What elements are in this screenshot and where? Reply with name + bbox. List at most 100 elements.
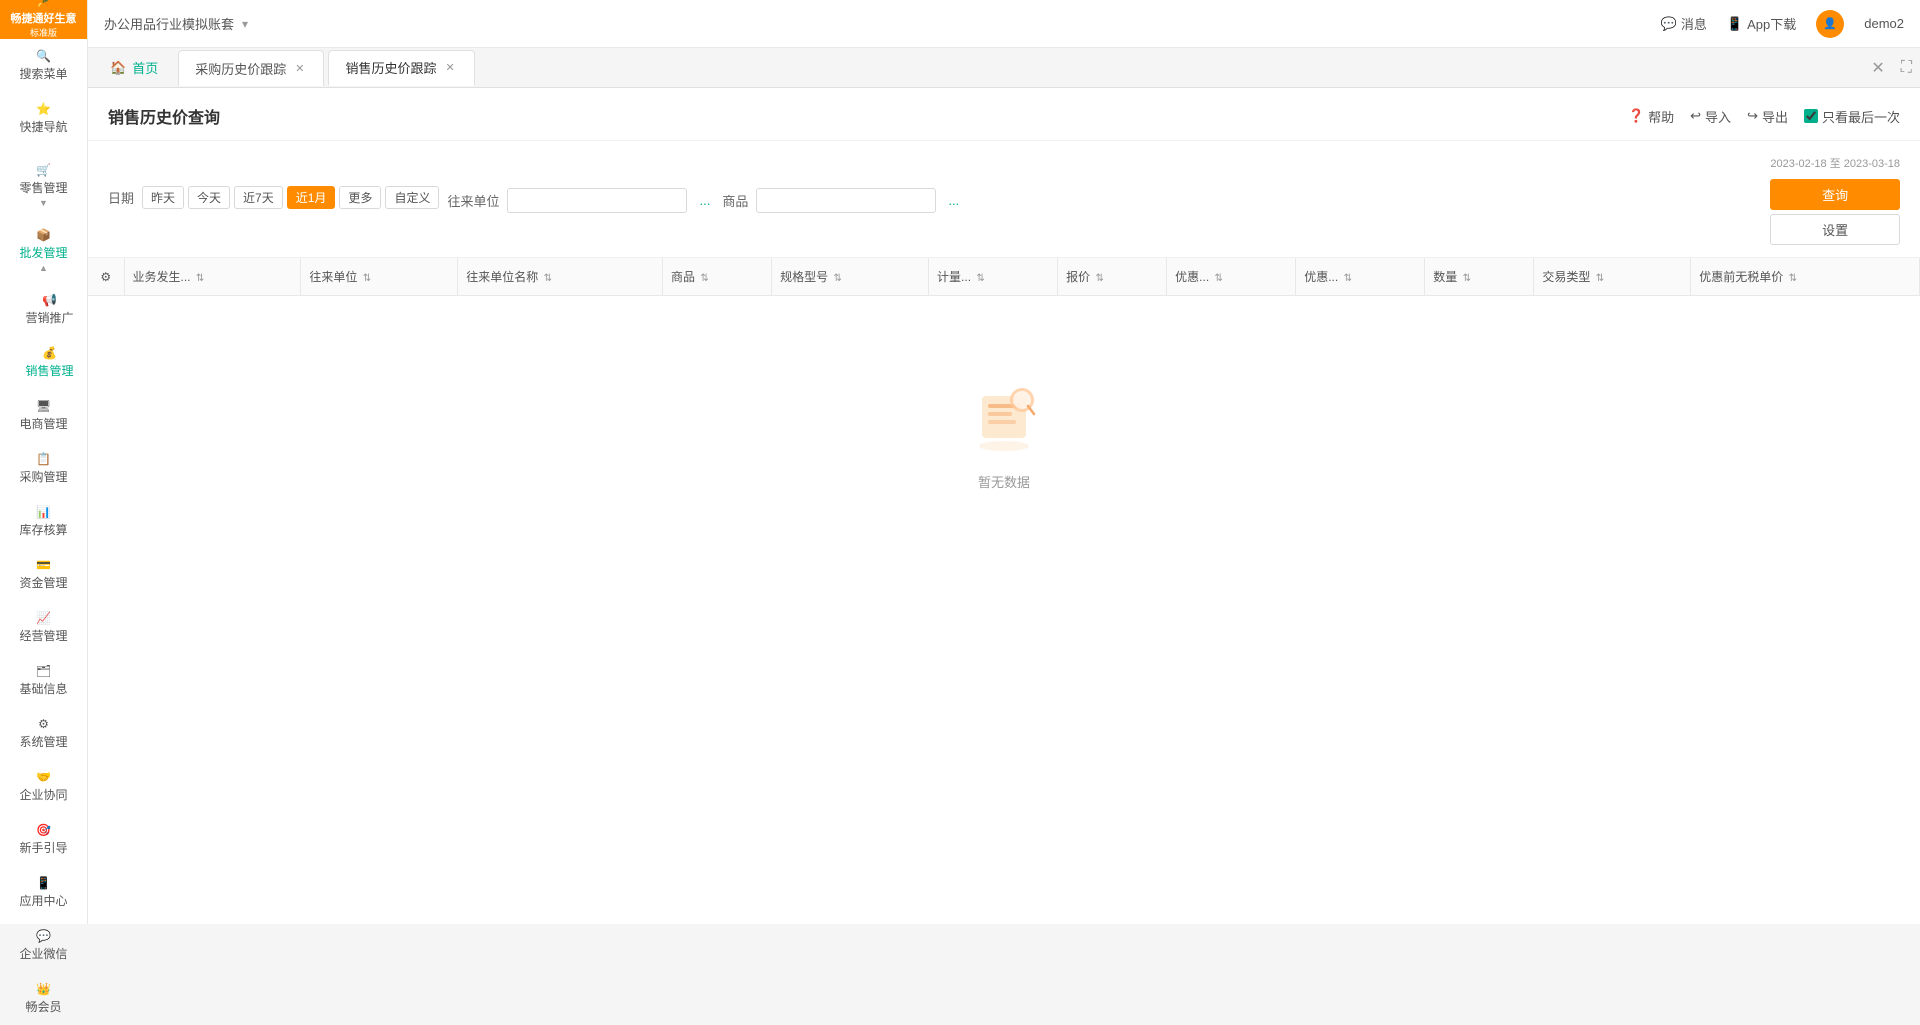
col-qty-label: 数量 [1433,270,1457,284]
col-discount1[interactable]: 优惠... ⇅ [1167,258,1296,296]
tab-purchase-close-icon[interactable]: ✕ [292,61,307,76]
page-content: 销售历史价查询 ❓ 帮助 ↩ 导入 ↪ 导出 只看最后一次 [88,88,1920,924]
tab-sales-close-icon[interactable]: ✕ [442,60,457,75]
col-discount1-label: 优惠... [1175,270,1209,284]
import-btn[interactable]: ↩ 导入 [1690,107,1731,126]
date-today-btn[interactable]: 今天 [188,186,230,209]
sidebar-item-enterprise[interactable]: 🤝 企业协同 [0,760,87,813]
sidebar-label: 搜索菜单 [19,65,67,82]
member-icon: 👑 [36,982,51,996]
sidebar-item-ecom[interactable]: 🖥 电商管理 [0,389,87,442]
col-biz-date[interactable]: 业务发生... ⇅ [124,258,301,296]
col-partner-name[interactable]: 往来单位名称 ⇅ [458,258,663,296]
settings-btn[interactable]: 设置 [1770,214,1900,245]
message-icon: 💬 [1661,16,1677,32]
goods-input[interactable] [756,188,936,213]
sidebar-item-marketing[interactable]: 📢 营销推广 [12,283,87,336]
newbie-icon: 🎯 [36,823,51,837]
only-last-checkbox[interactable] [1804,109,1818,123]
content-header: 销售历史价查询 ❓ 帮助 ↩ 导入 ↪ 导出 只看最后一次 [88,88,1920,141]
date-more-btn[interactable]: 更多 [339,186,381,209]
export-btn[interactable]: ↪ 导出 [1747,107,1788,126]
partner-label: 往来单位 [447,191,499,210]
sidebar-label: 基础信息 [19,680,67,697]
date-1month-btn[interactable]: 近1月 [287,186,336,209]
col-quote[interactable]: 报价 ⇅ [1058,258,1167,296]
sidebar-label: 快捷导航 [19,118,67,135]
import-label: 导入 [1705,107,1731,126]
goods-dots-btn[interactable]: ... [944,193,963,208]
sidebar-item-retail[interactable]: 🛒 零售管理 ▼ [0,153,87,218]
partner-input[interactable] [507,188,687,213]
col-discount2[interactable]: 优惠... ⇅ [1296,258,1425,296]
avatar-image: 👤 [1823,17,1837,30]
col-no-tax-price[interactable]: 优惠前无税单价 ⇅ [1691,258,1920,296]
user-name[interactable]: demo2 [1864,16,1904,31]
message-btn[interactable]: 💬 消息 [1661,14,1707,33]
retail-icon: 🛒 [36,163,51,177]
app-logo[interactable]: 🍊 畅捷通好生意 标准版 [0,0,87,39]
maximize-icon[interactable]: ⛶ [1897,55,1916,81]
help-label: 帮助 [1648,107,1674,126]
sidebar-item-wechat[interactable]: 💬 企业微信 [0,919,87,972]
sidebar-item-member[interactable]: 👑 畅会员 [0,972,87,1025]
date-yesterday-btn[interactable]: 昨天 [142,186,184,209]
sidebar-label: 经营管理 [19,627,67,644]
sidebar-item-sales-mgmt[interactable]: 💰 销售管理 [12,336,87,389]
sidebar-item-newbie[interactable]: 🎯 新手引导 [0,813,87,866]
user-avatar[interactable]: 👤 [1816,10,1844,38]
sidebar-item-apps[interactable]: 📱 应用中心 [0,866,87,919]
col-settings[interactable]: ⚙ [88,258,124,296]
sort-icon-goods: ⇅ [700,273,708,284]
data-table: ⚙ 业务发生... ⇅ 往来单位 ⇅ 往来单位名称 ⇅ [88,258,1920,296]
table-header-row: ⚙ 业务发生... ⇅ 往来单位 ⇅ 往来单位名称 ⇅ [88,258,1920,296]
sort-icon-partner-code: ⇅ [363,273,371,284]
tab-sales-label: 销售历史价跟踪 [345,58,436,77]
sidebar-item-finance[interactable]: 💳 资金管理 [0,548,87,601]
sidebar-item-basic-info[interactable]: 🗂 基础信息 [0,654,87,707]
sidebar-label: 新手引导 [19,839,67,856]
date-filter-group: 昨天 今天 近7天 近1月 更多 自定义 [142,186,439,209]
col-goods[interactable]: 商品 ⇅ [663,258,772,296]
date-7days-btn[interactable]: 近7天 [234,186,283,209]
query-btn[interactable]: 查询 [1770,179,1900,210]
date-range-display: 2023-02-18 至 2023-03-18 [1770,155,1900,171]
export-icon: ↪ [1747,108,1758,124]
sidebar-item-wholesale[interactable]: 📦 批发管理 ▲ [0,218,87,283]
tab-purchase-history[interactable]: 采购历史价跟踪 ✕ [178,50,324,86]
help-icon: ❓ [1628,108,1644,124]
help-btn[interactable]: ❓ 帮助 [1628,107,1674,126]
sidebar-item-purchase[interactable]: 📋 采购管理 [0,442,87,495]
tab-sales-history[interactable]: 销售历史价跟踪 ✕ [328,50,474,86]
col-unit[interactable]: 计量... ⇅ [929,258,1058,296]
date-custom-btn[interactable]: 自定义 [385,186,439,209]
message-label: 消息 [1681,14,1707,33]
dropdown-arrow-icon[interactable]: ▾ [242,17,248,31]
sidebar-item-search-menu[interactable]: 🔍 搜索菜单 [0,39,87,92]
col-spec[interactable]: 规格型号 ⇅ [772,258,929,296]
quick-nav-icon: ⭐ [36,102,51,116]
topbar-title: 办公用品行业模拟账套 [104,14,234,33]
col-trade-type[interactable]: 交易类型 ⇅ [1534,258,1691,296]
partner-dots-btn[interactable]: ... [695,193,714,208]
app-download-btn[interactable]: 📱 App下载 [1727,14,1796,33]
col-biz-date-label: 业务发生... [133,270,191,284]
search-area: 日期 昨天 今天 近7天 近1月 更多 自定义 往来单位 ... [88,141,1920,258]
sidebar-item-system[interactable]: ⚙ 系统管理 [0,707,87,760]
page-title: 销售历史价查询 [108,104,220,128]
sidebar-label: 采购管理 [19,468,67,485]
col-qty[interactable]: 数量 ⇅ [1425,258,1534,296]
sidebar-item-operations[interactable]: 📈 经营管理 [0,601,87,654]
sort-icon-qty: ⇅ [1463,273,1471,284]
sidebar-item-inventory[interactable]: 📊 库存核算 [0,495,87,548]
only-last-checkbox-area[interactable]: 只看最后一次 [1804,107,1900,126]
tab-home[interactable]: 🏠 首页 [94,50,174,86]
close-window-icon[interactable]: ✕ [1867,54,1888,82]
sidebar-item-quick-nav[interactable]: ⭐ 快捷导航 [0,92,87,145]
col-partner-code[interactable]: 往来单位 ⇅ [301,258,458,296]
goods-label: 商品 [722,191,748,210]
sidebar-label: 营销推广 [25,309,73,326]
apps-icon: 📱 [36,876,51,890]
import-icon: ↩ [1690,108,1701,124]
marketing-icon: 📢 [42,293,57,307]
